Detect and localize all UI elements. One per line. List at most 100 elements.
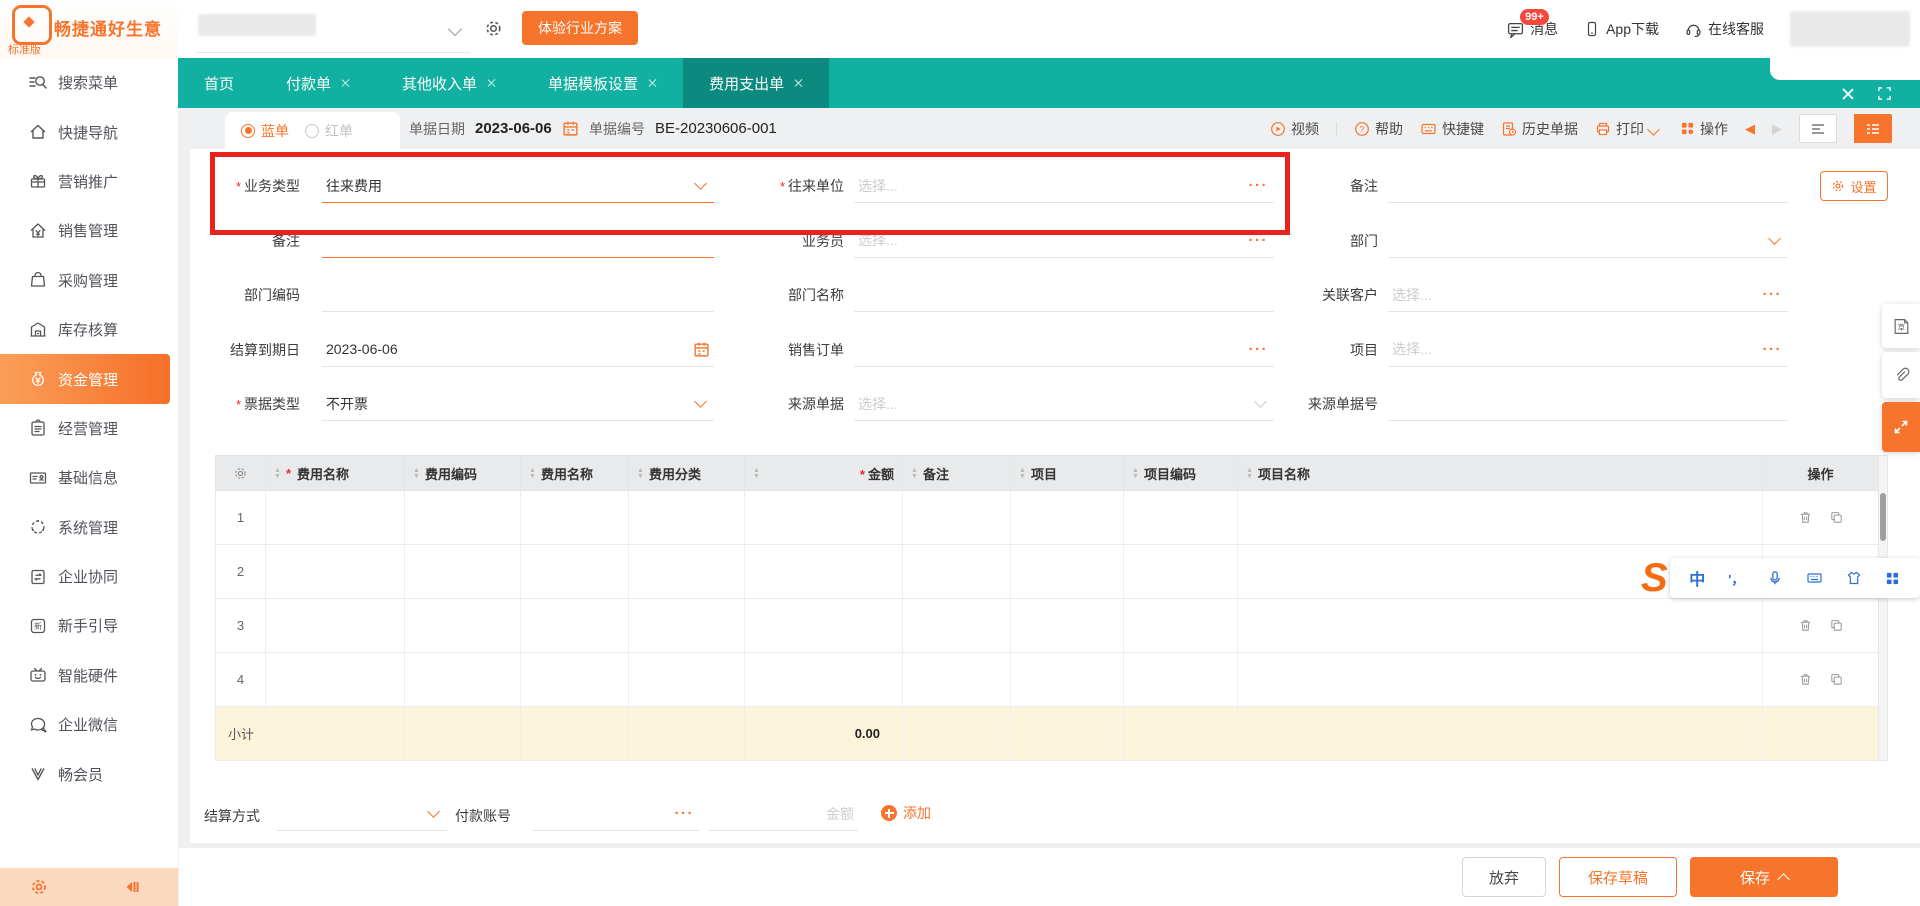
table-cell[interactable] — [521, 653, 629, 706]
settings-gear-icon[interactable] — [30, 878, 48, 896]
col-header-project-name[interactable]: 项目名称 — [1238, 456, 1763, 490]
tab-home[interactable]: 首页 — [178, 58, 260, 108]
table-cell[interactable] — [521, 491, 629, 544]
sidebar-item-basic-info[interactable]: 基础信息 — [0, 453, 178, 502]
gear-icon[interactable] — [484, 19, 503, 38]
sidebar-item-membership[interactable]: 畅会员 — [0, 749, 178, 798]
sidebar-item-wecom[interactable]: 企业微信 — [0, 700, 178, 749]
table-cell[interactable] — [629, 653, 745, 706]
print-button[interactable]: 打印 — [1595, 119, 1663, 139]
source-doc-select[interactable]: 选择... — [854, 387, 1274, 422]
table-cell[interactable] — [1011, 599, 1124, 652]
next-doc-icon[interactable]: ▶ — [1772, 121, 1782, 137]
tab-template-settings[interactable]: 单据模板设置 — [522, 58, 683, 108]
help-button[interactable]: ? 帮助 — [1354, 119, 1403, 139]
prev-doc-icon[interactable]: ◀ — [1745, 121, 1755, 137]
col-header-project-code[interactable]: 项目编码 — [1124, 456, 1238, 490]
sidebar-item-newbie-guide[interactable]: 新 新手引导 — [0, 601, 178, 650]
table-scrollbar[interactable] — [1878, 455, 1888, 761]
settlement-method-select[interactable] — [277, 797, 447, 831]
copy-row-icon[interactable] — [1829, 618, 1844, 633]
table-cell[interactable] — [1011, 653, 1124, 706]
tab-expense-doc[interactable]: 费用支出单 — [683, 58, 830, 108]
table-cell[interactable] — [745, 653, 903, 706]
table-settings-icon[interactable] — [216, 456, 266, 490]
delete-row-icon[interactable] — [1798, 618, 1813, 633]
copy-row-icon[interactable] — [1829, 672, 1844, 687]
sidebar-item-marketing[interactable]: 营销推广 — [0, 157, 178, 206]
form-view-toggle[interactable] — [1854, 114, 1892, 143]
fullscreen-icon[interactable] — [1877, 86, 1892, 101]
tab-payment-doc[interactable]: 付款单 — [260, 58, 376, 108]
project-picker[interactable]: 选择... ··· — [1388, 333, 1788, 367]
table-cell[interactable] — [1124, 653, 1238, 706]
tab-close-icon[interactable] — [486, 78, 496, 88]
copy-row-icon[interactable] — [1829, 510, 1844, 525]
ime-lang-toggle[interactable]: 中 — [1689, 566, 1705, 590]
add-payment-button[interactable]: 添加 — [881, 803, 931, 823]
table-cell[interactable] — [903, 491, 1011, 544]
save-button[interactable]: 保存 — [1690, 857, 1838, 897]
counterparty-picker[interactable]: 选择... ··· — [854, 169, 1274, 204]
payment-account-picker[interactable]: ··· — [532, 797, 700, 831]
table-cell[interactable] — [1124, 545, 1238, 598]
app-download-button[interactable]: App下载 — [1584, 19, 1659, 39]
salesperson-picker[interactable]: 选择... ··· — [854, 224, 1274, 258]
close-all-tabs-icon[interactable] — [1841, 87, 1855, 101]
table-cell[interactable] — [266, 599, 405, 652]
sidebar-item-system[interactable]: 系统管理 — [0, 503, 178, 552]
blue-doc-radio[interactable]: 蓝单 — [241, 121, 289, 141]
col-header-expense-name[interactable]: *费用名称 — [266, 456, 405, 490]
remark-input[interactable] — [322, 224, 714, 258]
ime-punctuation-toggle[interactable]: '， — [1728, 569, 1744, 588]
sidebar-item-funds[interactable]: 资金管理 — [0, 354, 170, 404]
sogou-logo-icon[interactable]: S — [1641, 556, 1668, 600]
online-service-button[interactable]: 在线客服 — [1685, 19, 1764, 39]
table-cell[interactable] — [903, 653, 1011, 706]
col-header-project[interactable]: 项目 — [1011, 456, 1124, 490]
trial-plan-button[interactable]: 体验行业方案 — [522, 11, 638, 45]
table-cell[interactable] — [745, 599, 903, 652]
delete-row-icon[interactable] — [1798, 672, 1813, 687]
col-header-amount[interactable]: *金额 — [745, 456, 903, 490]
sidebar-item-collaboration[interactable]: 企业协同 — [0, 552, 178, 601]
source-doc-no-input[interactable] — [1388, 387, 1788, 422]
remark2-input[interactable] — [1388, 169, 1788, 204]
sidebar-item-operations[interactable]: 经营管理 — [0, 404, 178, 453]
table-cell[interactable] — [521, 545, 629, 598]
table-cell[interactable] — [903, 599, 1011, 652]
table-cell[interactable] — [405, 491, 521, 544]
table-cell[interactable] — [1124, 599, 1238, 652]
list-view-toggle[interactable] — [1799, 114, 1837, 143]
delete-row-icon[interactable] — [1798, 510, 1813, 525]
sidebar-item-sales[interactable]: 销售管理 — [0, 206, 178, 255]
col-header-remark[interactable]: 备注 — [903, 456, 1011, 490]
calendar-icon[interactable] — [562, 120, 579, 137]
doc-date-value[interactable]: 2023-06-06 — [475, 120, 552, 137]
shortcut-keys-button[interactable]: 快捷键 — [1420, 119, 1484, 139]
col-header-expense-code[interactable]: 费用编码 — [405, 456, 521, 490]
messages-button[interactable]: 消息 99+ — [1507, 9, 1558, 39]
business-type-select[interactable]: 往来费用 — [322, 169, 714, 204]
tab-close-icon[interactable] — [340, 78, 350, 88]
sidebar-item-search-menu[interactable]: 搜索菜单 — [0, 58, 178, 107]
related-customer-picker[interactable]: 选择... ··· — [1388, 278, 1788, 313]
table-cell[interactable] — [1011, 491, 1124, 544]
tab-close-icon[interactable] — [793, 78, 803, 88]
table-cell[interactable] — [405, 545, 521, 598]
table-cell[interactable] — [266, 491, 405, 544]
dept-name-input[interactable] — [854, 278, 1274, 313]
user-account-redacted[interactable] — [1790, 11, 1910, 47]
microphone-icon[interactable] — [1767, 570, 1783, 586]
table-cell[interactable] — [745, 491, 903, 544]
table-cell[interactable] — [903, 545, 1011, 598]
table-cell[interactable] — [1238, 599, 1763, 652]
table-cell[interactable] — [629, 599, 745, 652]
tab-close-icon[interactable] — [647, 78, 657, 88]
col-header-expense-name2[interactable]: 费用名称 — [521, 456, 629, 490]
chevron-down-icon[interactable] — [447, 21, 463, 37]
scrollbar-thumb[interactable] — [1880, 493, 1886, 541]
col-header-expense-category[interactable]: 费用分类 — [629, 456, 745, 490]
table-cell[interactable] — [405, 653, 521, 706]
attachment-button[interactable] — [1882, 352, 1920, 398]
